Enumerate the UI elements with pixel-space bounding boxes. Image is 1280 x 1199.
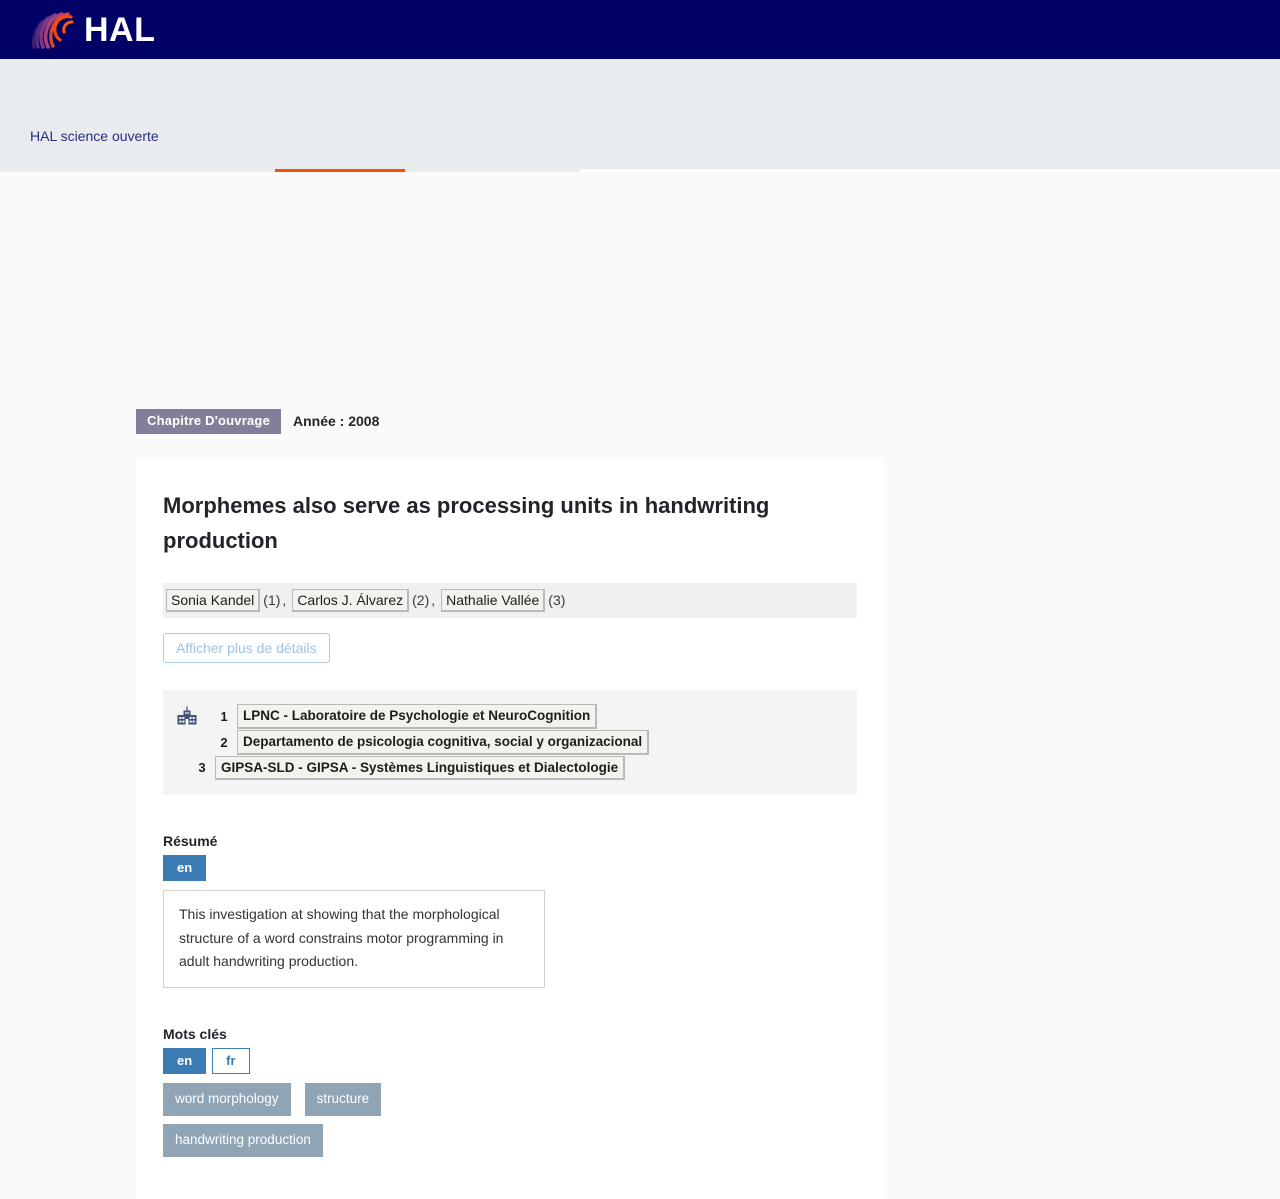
keyword-tag[interactable]: word morphology: [163, 1083, 291, 1116]
keyword-tag[interactable]: handwriting production: [163, 1124, 323, 1157]
keywords-language-tabs: en fr: [163, 1047, 857, 1075]
publication-year: Année : 2008: [293, 413, 380, 430]
author-chip[interactable]: Sonia Kandel: [166, 588, 261, 613]
record-card: Morphemes also serve as processing units…: [136, 458, 884, 1199]
author-separator: ,: [431, 592, 436, 609]
page-body: Chapitre D'ouvrage Année : 2008 Morpheme…: [0, 172, 1280, 1199]
author-chip[interactable]: Nathalie Vallée: [441, 588, 546, 613]
authors-list: Sonia Kandel (1) , Carlos J. Álvarez (2)…: [163, 582, 857, 619]
hal-brand-text: HAL: [84, 10, 156, 49]
affiliation-row: 3 GIPSA-SLD - GIPSA - Systèmes Linguisti…: [141, 755, 857, 781]
site-title: HAL science ouverte: [30, 128, 159, 144]
institution-building-icon: [163, 706, 211, 728]
record-meta-row: Chapitre D'ouvrage Année : 2008: [136, 409, 379, 434]
next-section-cutoff: [163, 1191, 857, 1199]
page-title: Morphemes also serve as processing units…: [163, 493, 770, 553]
author-separator: ,: [282, 592, 287, 609]
affiliation-chip[interactable]: Departamento de psicologia cognitiva, so…: [237, 729, 650, 755]
top-navbar: HAL: [0, 0, 1280, 59]
affiliations-block: 1 LPNC - Laboratoire de Psychologie et N…: [163, 690, 857, 796]
keyword-tag[interactable]: structure: [304, 1083, 382, 1116]
affiliation-number: 2: [220, 734, 228, 750]
keywords-tag-list: word morphology structure handwriting pr…: [163, 1083, 473, 1157]
affiliation-chip[interactable]: GIPSA-SLD - GIPSA - Systèmes Linguistiqu…: [215, 755, 626, 781]
affiliation-chip[interactable]: LPNC - Laboratoire de Psychologie et Neu…: [237, 704, 598, 729]
affiliation-row: 1 LPNC - Laboratoire de Psychologie et N…: [163, 704, 857, 729]
abstract-section-label: Résumé: [163, 833, 218, 850]
hal-logo-link[interactable]: HAL: [30, 10, 155, 50]
keywords-lang-tab-fr[interactable]: fr: [212, 1047, 250, 1075]
author-affiliation-ref: (1): [263, 592, 281, 609]
sub-navbar: HAL science ouverte + Déposer ▼: [0, 59, 1280, 235]
abstract-language-tabs: en: [163, 855, 857, 882]
hal-arcs-logo-icon: [32, 11, 74, 49]
keywords-section-label: Mots clés: [163, 1025, 227, 1042]
author-chip[interactable]: Carlos J. Álvarez: [292, 588, 410, 613]
abstract-lang-tab-en[interactable]: en: [163, 855, 207, 882]
keywords-lang-tab-en[interactable]: en: [163, 1047, 207, 1075]
author-affiliation-ref: (3): [548, 592, 566, 609]
abstract-text: This investigation at showing that the m…: [163, 890, 545, 988]
affiliation-number: 3: [198, 760, 206, 776]
author-affiliation-ref: (2): [412, 592, 430, 609]
document-type-badge[interactable]: Chapitre D'ouvrage: [136, 409, 281, 434]
affiliation-number: 1: [220, 709, 228, 725]
show-more-details-button[interactable]: Afficher plus de détails: [163, 633, 330, 664]
affiliation-row: 2 Departamento de psicologia cognitiva, …: [163, 729, 857, 755]
